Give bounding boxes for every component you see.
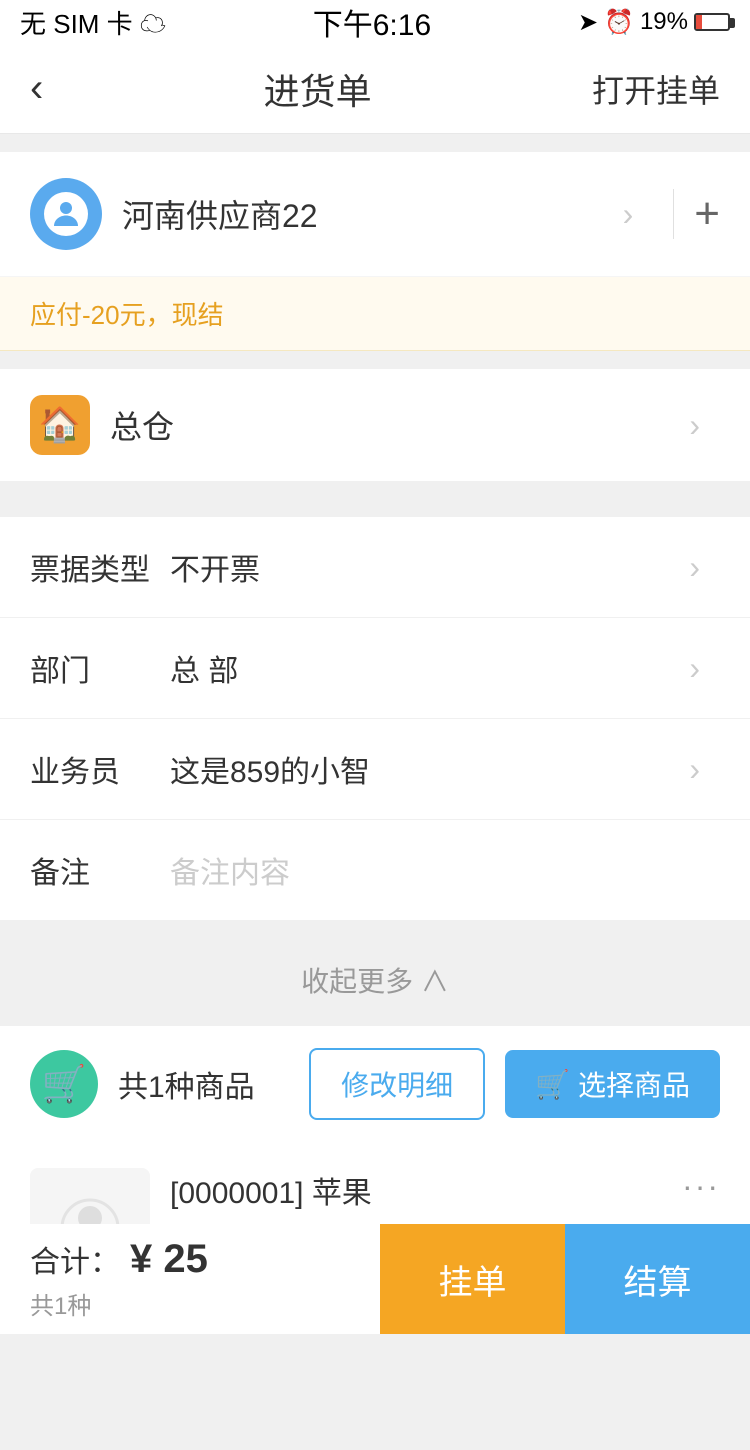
warehouse-section[interactable]: 🏠 总仓 › [0, 369, 750, 481]
dept-row[interactable]: 部门 总 部 › [0, 618, 750, 719]
total-row: 合计： ¥ 25 [30, 1237, 350, 1282]
battery-status: 19% [640, 8, 688, 36]
battery-icon [694, 13, 730, 31]
supplier-avatar [30, 178, 102, 250]
product-header: 🛒 共1种商品 修改明细 🛒 选择商品 [0, 1026, 750, 1142]
add-button[interactable]: + [694, 192, 720, 236]
total-amount: ¥ 25 [130, 1237, 208, 1282]
warehouse-icon: 🏠 [30, 395, 90, 455]
avatar-icon [44, 192, 88, 236]
supplier-name: 河南供应商22 [122, 191, 623, 237]
page-title: 进货单 [264, 63, 372, 115]
warehouse-chevron-icon: › [689, 407, 700, 444]
open-hold-button[interactable]: 打开挂单 [592, 66, 720, 112]
collapse-label: 收起更多 ∧ [301, 960, 449, 1000]
bill-type-label: 票据类型 [30, 545, 170, 589]
total-label: 合计： [30, 1237, 120, 1281]
footer-total: 合计： ¥ 25 共1种 [0, 1237, 380, 1321]
footer: 合计： ¥ 25 共1种 挂单 结算 [0, 1224, 750, 1334]
total-sub: 共1种 [30, 1286, 350, 1321]
form-section: 票据类型 不开票 › 部门 总 部 › 业务员 这是859的小智 › 备注 备注… [0, 517, 750, 920]
supplier-row[interactable]: 河南供应商22 › + [0, 152, 750, 277]
staff-label: 业务员 [30, 747, 170, 791]
select-product-icon: 🛒 [535, 1068, 570, 1101]
back-button[interactable]: ‹ [30, 66, 43, 111]
divider [673, 189, 674, 239]
supplier-chevron-icon: › [623, 196, 634, 233]
alarm-icon: ⏰ [604, 8, 634, 37]
edit-detail-button[interactable]: 修改明细 [309, 1048, 485, 1120]
remark-input[interactable]: 备注内容 [170, 848, 720, 892]
location-icon: ➤ [578, 8, 598, 37]
select-product-label: 选择商品 [578, 1064, 690, 1104]
status-left: 无 SIM 卡 ☁ [20, 4, 166, 41]
collapse-row[interactable]: 收起更多 ∧ [0, 938, 750, 1022]
remark-label: 备注 [30, 848, 170, 892]
product-more-button[interactable]: ··· [682, 1168, 720, 1205]
select-product-button[interactable]: 🛒 选择商品 [505, 1050, 720, 1118]
status-time: 下午6:16 [313, 0, 431, 44]
bill-type-chevron-icon: › [689, 549, 700, 586]
staff-row[interactable]: 业务员 这是859的小智 › [0, 719, 750, 820]
bill-type-row[interactable]: 票据类型 不开票 › [0, 517, 750, 618]
warehouse-name: 总仓 [110, 402, 689, 448]
notice-bar: 应付-20元，现结 [0, 277, 750, 351]
hold-button[interactable]: 挂单 [380, 1224, 565, 1334]
staff-chevron-icon: › [689, 751, 700, 788]
status-right: ➤ ⏰ 19% [578, 8, 730, 37]
bill-type-value: 不开票 [170, 545, 689, 589]
checkout-button[interactable]: 结算 [565, 1224, 750, 1334]
status-bar: 无 SIM 卡 ☁ 下午6:16 ➤ ⏰ 19% [0, 0, 750, 44]
dept-chevron-icon: › [689, 650, 700, 687]
dept-value: 总 部 [170, 646, 689, 690]
nav-bar: ‹ 进货单 打开挂单 [0, 44, 750, 134]
product-count: 共1种商品 [118, 1062, 289, 1106]
sim-status: 无 SIM 卡 ☁ [20, 4, 166, 41]
product-icon: 🛒 [30, 1050, 98, 1118]
supplier-section: 河南供应商22 › + 应付-20元，现结 [0, 152, 750, 351]
remark-row[interactable]: 备注 备注内容 [0, 820, 750, 920]
staff-value: 这是859的小智 [170, 747, 689, 791]
product-name: [0000001] 苹果 [170, 1168, 662, 1212]
dept-label: 部门 [30, 646, 170, 690]
